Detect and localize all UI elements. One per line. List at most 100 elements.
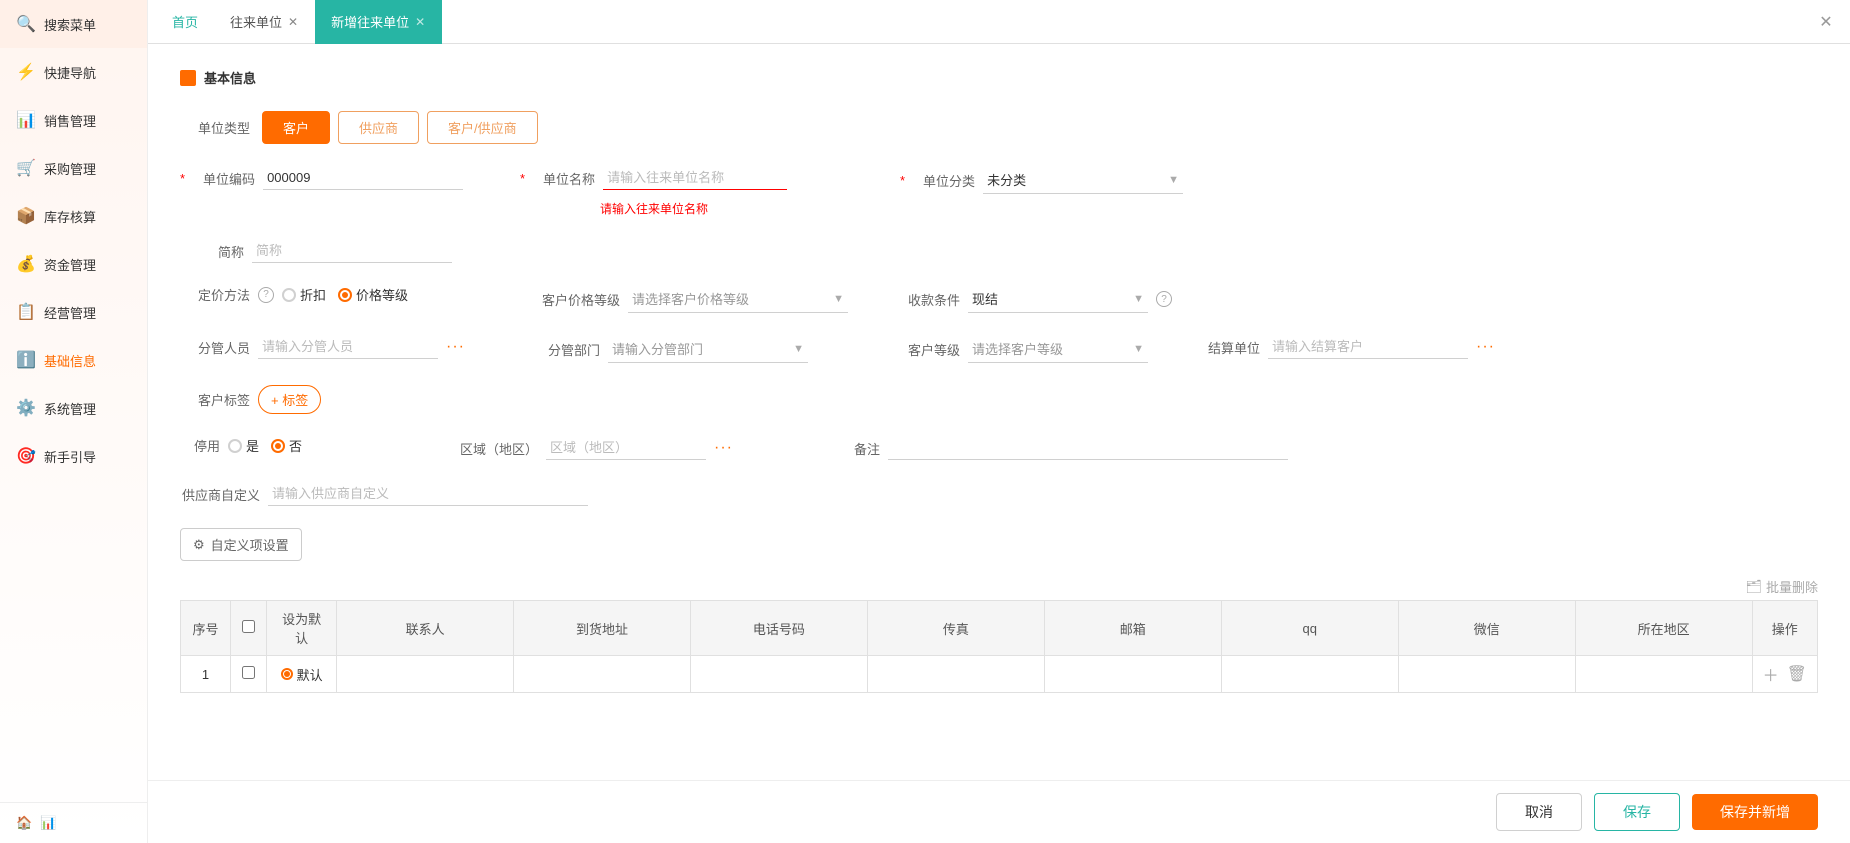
custom-settings-button[interactable]: ⚙ 自定义项设置 xyxy=(180,528,302,561)
wechat-input[interactable] xyxy=(1409,667,1565,682)
sidebar-item-system[interactable]: ⚙️ 系统管理 xyxy=(0,384,147,432)
main-area: 首页 往来单位 ✕ 新增往来单位 ✕ ✕ 基本信息 单位类型 客户 供应商 客户… xyxy=(148,0,1850,843)
unit-name-field: * 单位名称 请输入往来单位名称 xyxy=(520,166,900,217)
fax-input[interactable] xyxy=(878,667,1034,682)
contact-input[interactable] xyxy=(347,667,503,682)
unit-type-field: 单位类型 客户 供应商 客户/供应商 xyxy=(180,111,538,144)
unit-category-select[interactable]: 未分类 ▼ xyxy=(983,166,1183,194)
region-input[interactable] xyxy=(546,436,706,460)
sidebar-item-operations[interactable]: 📋 经营管理 xyxy=(0,288,147,336)
customer-price-select[interactable]: 请选择客户价格等级 ▼ xyxy=(628,285,848,313)
unit-category-label: 单位分类 xyxy=(915,171,975,190)
pricing-radio-level[interactable]: 价格等级 xyxy=(338,285,408,304)
window-close-button[interactable]: ✕ xyxy=(1810,6,1842,38)
department-label: 分管部门 xyxy=(540,340,600,359)
unit-code-input[interactable] xyxy=(263,166,463,190)
unit-code-field: * 单位编码 xyxy=(180,166,520,190)
sidebar-item-quick[interactable]: ⚡ 快捷导航 xyxy=(0,48,147,96)
basic-info-icon: ℹ️ xyxy=(16,350,36,370)
tab-new-counterparty-close[interactable]: ✕ xyxy=(415,15,425,29)
customer-level-placeholder: 请选择客户等级 xyxy=(972,339,1129,358)
payment-terms-value: 现结 xyxy=(972,289,1129,308)
customer-level-select[interactable]: 请选择客户等级 ▼ xyxy=(968,335,1148,363)
delete-row-btn[interactable]: 🗑 xyxy=(1787,664,1807,684)
table-row: 1 默认 xyxy=(181,656,1818,693)
email-input[interactable] xyxy=(1055,667,1211,682)
phone-input[interactable] xyxy=(701,667,857,682)
sidebar-item-purchase[interactable]: 🛒 采购管理 xyxy=(0,144,147,192)
disabled-field: 停用 是 否 xyxy=(180,436,460,455)
batch-delete-label[interactable]: 批量删除 xyxy=(1766,577,1818,596)
address-input[interactable] xyxy=(524,667,680,682)
pricing-radio-discount[interactable]: 折扣 xyxy=(282,285,326,304)
col-region: 所在地区 xyxy=(1575,601,1752,656)
add-tag-button[interactable]: + 标签 xyxy=(258,385,321,414)
manager-label: 分管人员 xyxy=(180,338,250,357)
tab-counterparty[interactable]: 往来单位 ✕ xyxy=(214,0,315,44)
short-name-input[interactable] xyxy=(252,239,452,263)
pricing-radio-group: 折扣 价格等级 xyxy=(282,285,408,304)
manager-ellipsis[interactable]: ··· xyxy=(446,338,465,356)
tab-new-counterparty[interactable]: 新增往来单位 ✕ xyxy=(315,0,442,44)
department-select[interactable]: 请输入分管部门 ▼ xyxy=(608,335,808,363)
save-new-button[interactable]: 保存并新增 xyxy=(1692,794,1818,830)
sidebar-item-label: 采购管理 xyxy=(44,159,96,178)
disabled-no[interactable]: 否 xyxy=(271,436,302,455)
manager-input[interactable] xyxy=(258,335,438,359)
unit-btn-supplier[interactable]: 供应商 xyxy=(338,111,419,144)
department-field: 分管部门 请输入分管部门 ▼ xyxy=(540,335,900,363)
remark-input[interactable] xyxy=(888,436,1288,460)
sidebar-item-finance[interactable]: 💰 资金管理 xyxy=(0,240,147,288)
default-radio[interactable] xyxy=(281,668,293,680)
custom-settings-label: 自定义项设置 xyxy=(211,535,289,554)
row-checkbox[interactable] xyxy=(242,666,255,679)
sidebar-item-search[interactable]: 🔍 搜索菜单 xyxy=(0,0,147,48)
sidebar-item-sales[interactable]: 📊 销售管理 xyxy=(0,96,147,144)
cell-address xyxy=(514,656,691,693)
payment-help-icon[interactable]: ? xyxy=(1156,291,1172,307)
region-field: 区域（地区） ··· xyxy=(460,436,840,460)
region-ellipsis[interactable]: ··· xyxy=(714,439,733,457)
tab-home[interactable]: 首页 xyxy=(156,12,214,31)
table-select-all[interactable] xyxy=(242,620,255,633)
short-name-row: 简称 xyxy=(180,239,1818,263)
region-label: 区域（地区） xyxy=(460,439,538,458)
disabled-yes[interactable]: 是 xyxy=(228,436,259,455)
unit-category-value: 未分类 xyxy=(987,170,1164,189)
unit-type-row: 单位类型 客户 供应商 客户/供应商 xyxy=(180,111,1818,144)
tab-counterparty-close[interactable]: ✕ xyxy=(288,15,298,29)
remark-label: 备注 xyxy=(840,439,880,458)
qq-input[interactable] xyxy=(1232,667,1388,682)
col-contact: 联系人 xyxy=(337,601,514,656)
sidebar-item-basic-info[interactable]: ℹ️ 基础信息 xyxy=(0,336,147,384)
pricing-help-icon[interactable]: ? xyxy=(258,287,274,303)
supplier-custom-input[interactable] xyxy=(268,482,588,506)
sidebar-item-inventory[interactable]: 📦 库存核算 xyxy=(0,192,147,240)
col-wechat: 微信 xyxy=(1398,601,1575,656)
cancel-button[interactable]: 取消 xyxy=(1496,793,1582,831)
pricing-method-label: 定价方法 xyxy=(180,285,250,304)
payment-terms-field: 收款条件 现结 ▼ ? xyxy=(900,285,1818,313)
col-email: 邮箱 xyxy=(1044,601,1221,656)
col-qq: qq xyxy=(1221,601,1398,656)
table-region-input[interactable] xyxy=(1586,667,1742,682)
add-row-btn[interactable]: ＋ xyxy=(1763,662,1779,686)
department-chevron: ▼ xyxy=(793,343,804,355)
settlement-ellipsis[interactable]: ··· xyxy=(1476,338,1495,356)
customer-price-field: 客户价格等级 请选择客户价格等级 ▼ xyxy=(540,285,900,313)
unit-btn-both[interactable]: 客户/供应商 xyxy=(427,111,538,144)
payment-terms-select[interactable]: 现结 ▼ xyxy=(968,285,1148,313)
unit-type-group: 客户 供应商 客户/供应商 xyxy=(262,111,538,144)
col-address: 到货地址 xyxy=(514,601,691,656)
sidebar-item-guide[interactable]: 🎯 新手引导 xyxy=(0,432,147,480)
cell-region xyxy=(1575,656,1752,693)
save-button[interactable]: 保存 xyxy=(1594,793,1680,831)
unit-name-error: 请输入往来单位名称 xyxy=(600,200,708,217)
settlement-input[interactable] xyxy=(1268,335,1468,359)
cell-qq xyxy=(1221,656,1398,693)
disabled-radio-group: 是 否 xyxy=(228,436,302,455)
unit-name-input[interactable] xyxy=(603,166,787,190)
bottom-icon2: 📊 xyxy=(40,815,56,831)
col-action: 操作 xyxy=(1752,601,1817,656)
unit-btn-customer[interactable]: 客户 xyxy=(262,111,330,144)
